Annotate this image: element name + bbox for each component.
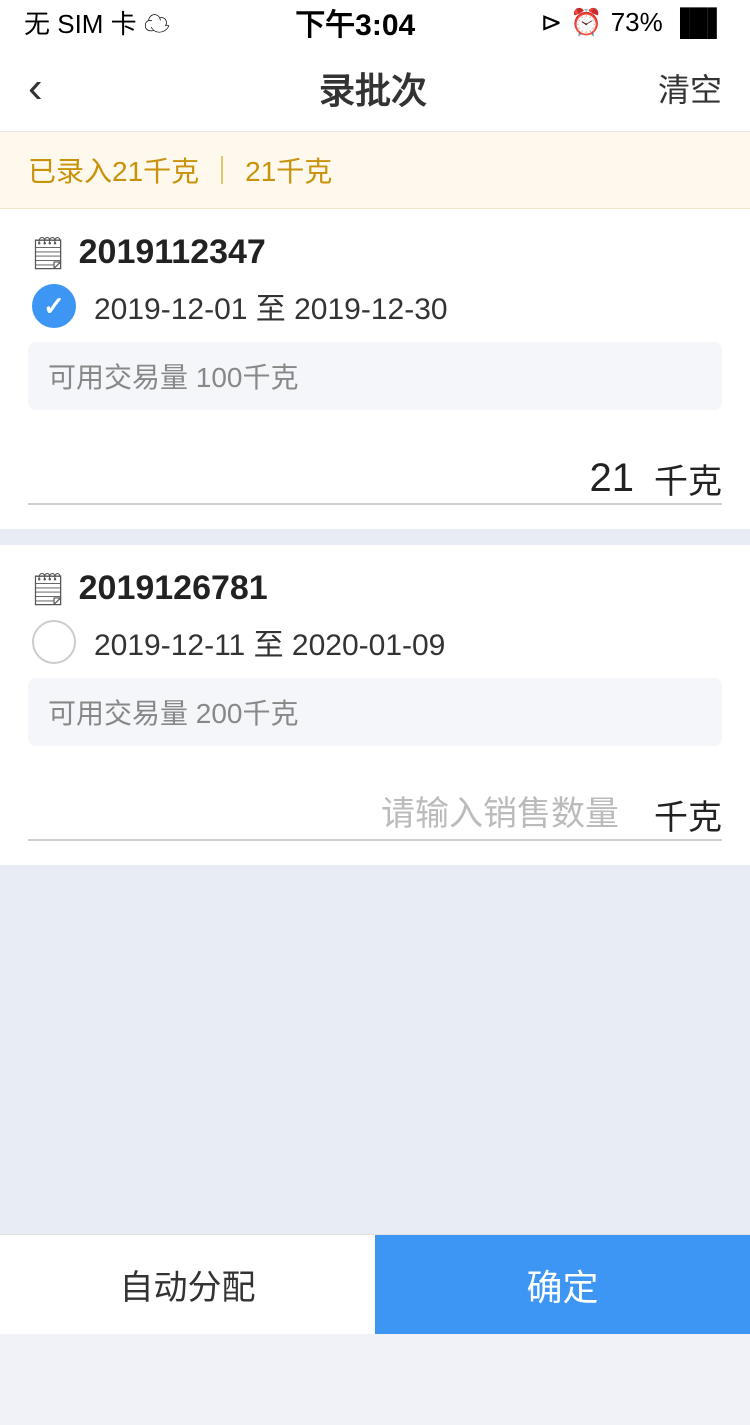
location-icon: ⊳ [541, 7, 563, 38]
batch-id-2: 2019126781 [79, 569, 268, 608]
summary-bar: 已录入21千克 21千克 [0, 132, 750, 209]
bottom-bar: 自动分配 确定 [0, 1234, 750, 1334]
status-right: ⊳ ⏰ 73% ▐█▌ [541, 7, 726, 38]
avail-row-2: 可用交易量 200千克 [28, 678, 722, 746]
batch-icon-1: 🗒 [28, 234, 69, 272]
battery-label: 73% [611, 7, 663, 38]
section-separator [0, 529, 750, 545]
sim-label: 无 SIM 卡 ☁ [24, 4, 170, 41]
batch-icon-2: 🗒 [28, 570, 69, 608]
batch-item-2: 🗒 2019126781 2019-12-11 至 2020-01-09 可用交… [0, 545, 750, 865]
alarm-icon: ⏰ [570, 7, 602, 38]
status-time: 下午3:04 [295, 0, 415, 44]
input-unit-2: 千克 [654, 790, 722, 839]
radio-2[interactable] [32, 620, 76, 664]
status-bar: 无 SIM 卡 ☁ 下午3:04 ⊳ ⏰ 73% ▐█▌ [0, 0, 750, 44]
batch-item-1: 🗒 2019112347 2019-12-01 至 2019-12-30 可用交… [0, 209, 750, 529]
avail-row-1: 可用交易量 100千克 [28, 342, 722, 410]
batch-id-1: 2019112347 [79, 233, 266, 272]
batch-id-row-1: 🗒 2019112347 [28, 233, 722, 272]
batch-date-2: 2019-12-11 至 2020-01-09 [94, 620, 445, 664]
page-title: 录批次 [319, 62, 427, 114]
back-button[interactable]: ‹ [28, 63, 88, 113]
qty-unit-1: 千克 [654, 454, 722, 503]
batch-date-row-2[interactable]: 2019-12-11 至 2020-01-09 [28, 620, 722, 664]
batch-date-row-1[interactable]: 2019-12-01 至 2019-12-30 [28, 284, 722, 328]
avail-text-1: 可用交易量 100千克 [48, 362, 299, 393]
batch-id-row-2: 🗒 2019126781 [28, 569, 722, 608]
radio-1[interactable] [32, 284, 76, 328]
qty-value-1: 21 [590, 456, 635, 501]
status-left: 无 SIM 卡 ☁ [24, 4, 170, 41]
auto-distribute-button[interactable]: 自动分配 [0, 1235, 375, 1334]
total-label: 21千克 [245, 150, 332, 190]
input-row-2[interactable]: 千克 [0, 774, 750, 839]
confirm-button[interactable]: 确定 [375, 1235, 750, 1334]
clear-button[interactable]: 清空 [658, 65, 722, 111]
qty-row-1: 21 千克 [0, 438, 750, 503]
qty-input-2[interactable] [191, 795, 634, 834]
battery-icon: ▐█▌ [671, 7, 726, 38]
nav-bar: ‹ 录批次 清空 [0, 44, 750, 132]
batch-date-1: 2019-12-01 至 2019-12-30 [94, 284, 448, 328]
avail-text-2: 可用交易量 200千克 [48, 698, 299, 729]
summary-divider [221, 156, 223, 184]
recorded-label: 已录入21千克 [28, 150, 199, 190]
